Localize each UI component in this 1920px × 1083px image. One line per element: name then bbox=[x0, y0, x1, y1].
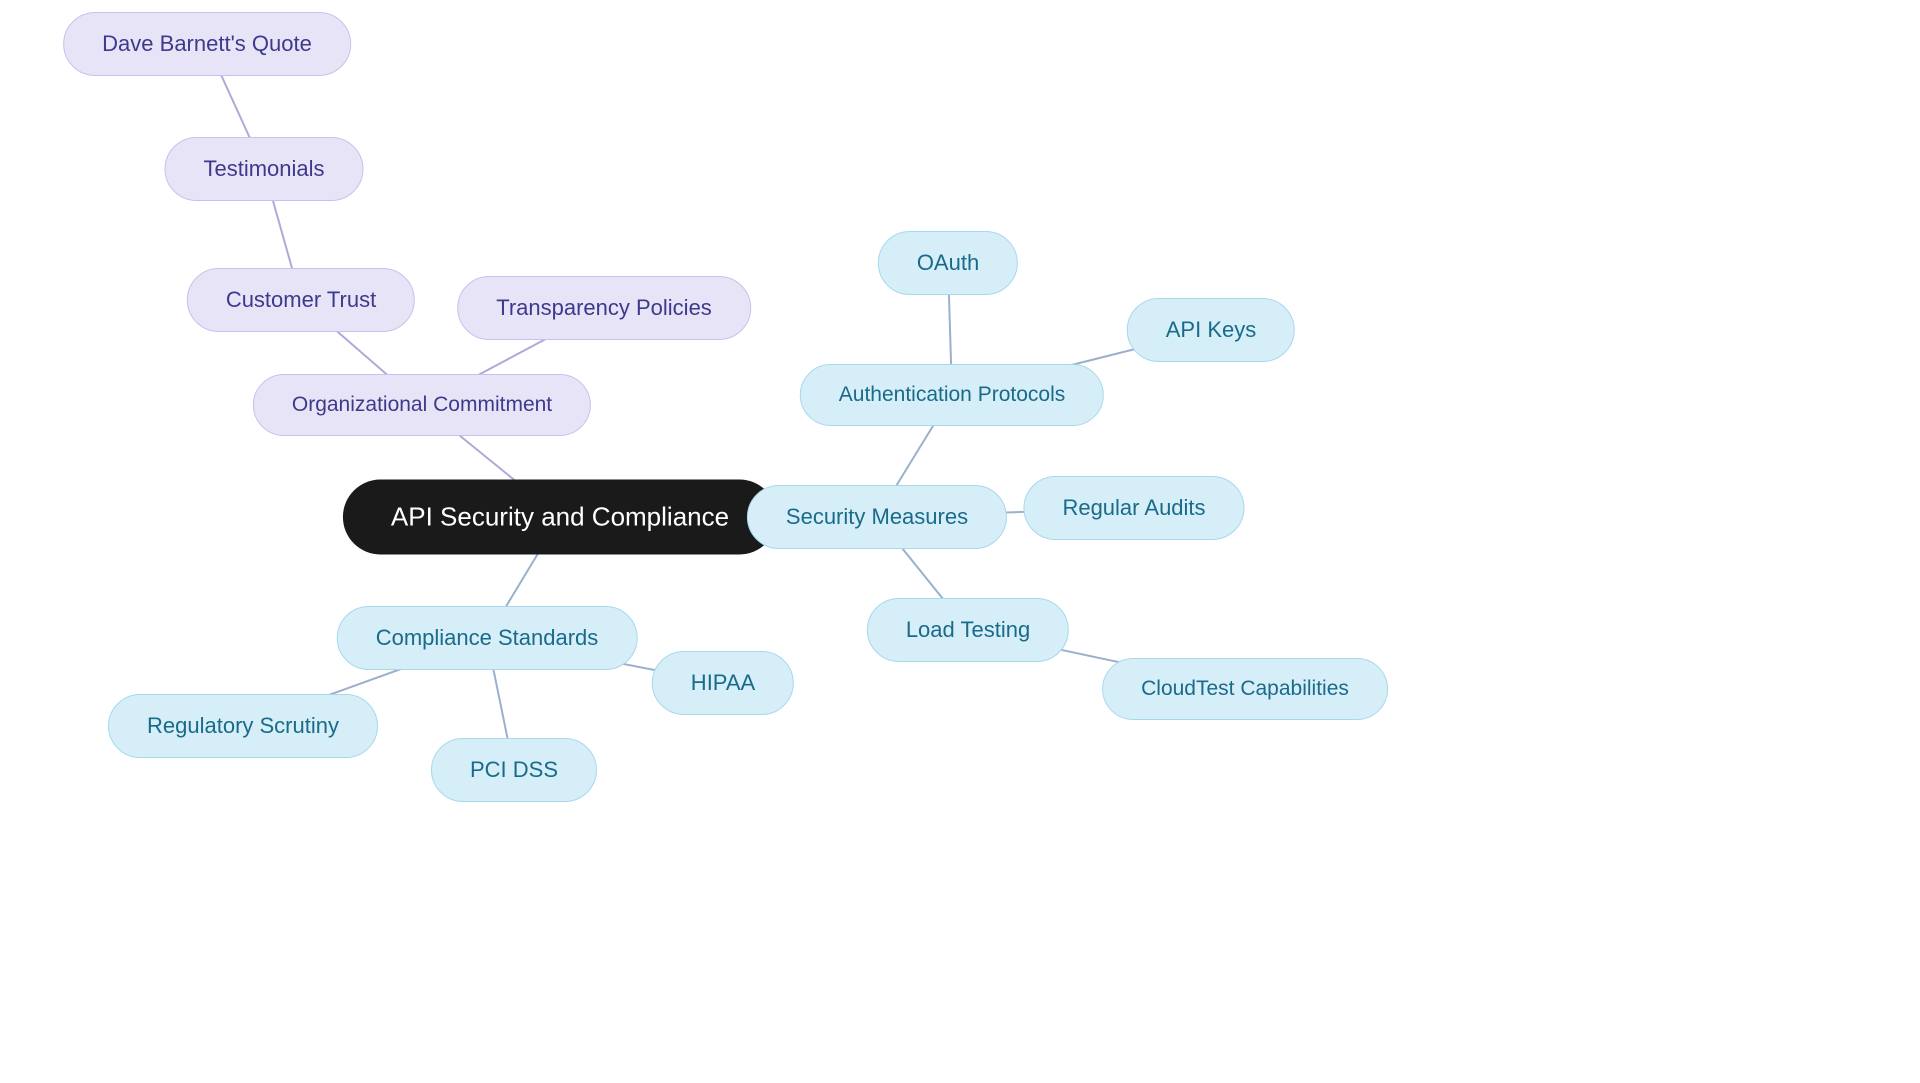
node-oauth: OAuth bbox=[878, 231, 1018, 295]
node-regular-audits: Regular Audits bbox=[1023, 476, 1244, 540]
node-load-testing: Load Testing bbox=[867, 598, 1069, 662]
node-security-measures: Security Measures bbox=[747, 485, 1007, 549]
node-transparency-policies: Transparency Policies bbox=[457, 276, 751, 340]
node-regulatory-scrutiny: Regulatory Scrutiny bbox=[108, 694, 378, 758]
node-hipaa: HIPAA bbox=[652, 651, 794, 715]
node-compliance-standards: Compliance Standards bbox=[337, 606, 638, 670]
node-auth-protocols: Authentication Protocols bbox=[800, 364, 1104, 426]
node-org-commitment: Organizational Commitment bbox=[253, 374, 591, 436]
node-dave-quote: Dave Barnett's Quote bbox=[63, 12, 351, 76]
node-api-keys: API Keys bbox=[1127, 298, 1295, 362]
center-node: API Security and Compliance bbox=[343, 480, 777, 555]
node-cloudtest: CloudTest Capabilities bbox=[1102, 658, 1388, 720]
node-pci-dss: PCI DSS bbox=[431, 738, 597, 802]
node-customer-trust: Customer Trust bbox=[187, 268, 415, 332]
node-testimonials: Testimonials bbox=[164, 137, 363, 201]
